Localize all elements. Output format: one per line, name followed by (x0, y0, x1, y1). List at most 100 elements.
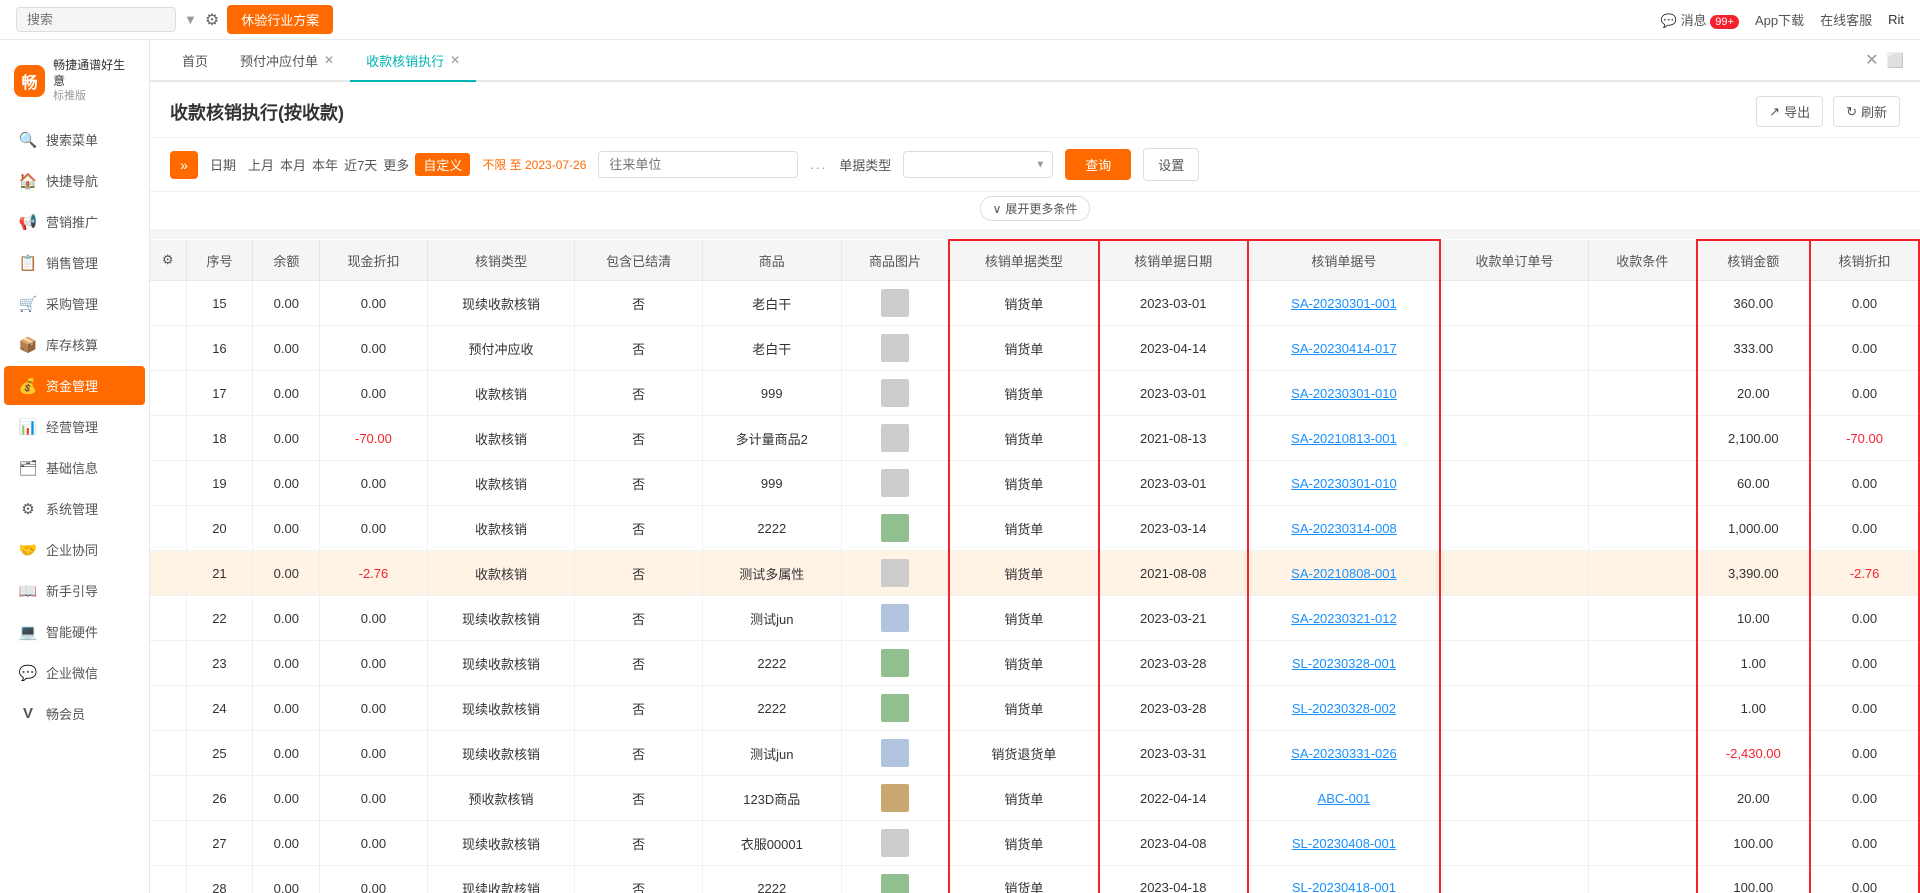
sidebar-item-smart-hw[interactable]: 💻 智能硬件 (4, 612, 145, 651)
cell-verify-discount: 0.00 (1810, 821, 1919, 866)
col-verify-type: 核销类型 (427, 240, 575, 281)
cell-goods: 衣服00001 (702, 821, 841, 866)
sidebar-item-marketing[interactable]: 📢 营销推广 (4, 202, 145, 241)
window-close-icon[interactable]: ✕ (1865, 50, 1878, 70)
cell-verify-amount: 20.00 (1697, 371, 1810, 416)
sidebar-item-guide[interactable]: 📖 新手引导 (4, 571, 145, 610)
gear-icon[interactable]: ⚙ (205, 10, 219, 30)
tab-prepay[interactable]: 预付冲应付单 ✕ (224, 41, 350, 82)
counterpart-input[interactable] (598, 151, 798, 178)
cell-balance: 0.00 (253, 551, 320, 596)
cell-verify-bill-date: 2023-03-21 (1099, 596, 1248, 641)
cell-collect-order-no (1440, 551, 1589, 596)
cell-verify-amount: 60.00 (1697, 461, 1810, 506)
top-bar-right: 💬 消息 99+ App下载 在线客服 Rit (1661, 10, 1904, 29)
filter-date-group: 上月 本月 本年 近7天 更多 自定义 (248, 153, 470, 176)
cell-goods-img (841, 326, 949, 371)
app-download-link[interactable]: App下载 (1755, 10, 1804, 29)
setting-btn[interactable]: 设置 (1143, 148, 1199, 181)
cell-goods: 2222 (702, 686, 841, 731)
cell-cash-discount: 0.00 (320, 281, 427, 326)
cell-settings (150, 686, 186, 731)
cell-verify-bill-no[interactable]: SL-20230328-002 (1248, 686, 1440, 731)
this-month-link[interactable]: 本月 (280, 155, 306, 174)
search-input[interactable] (16, 7, 176, 32)
tab-prepay-close[interactable]: ✕ (324, 53, 334, 67)
sidebar-item-label: 企业微信 (46, 663, 98, 682)
cell-verify-bill-no[interactable]: SA-20230301-001 (1248, 281, 1440, 326)
window-maximize-icon[interactable]: ⬜ (1887, 52, 1904, 69)
sidebar-item-base-info[interactable]: 🗂 基础信息 (4, 448, 145, 487)
cell-verify-bill-no[interactable]: SA-20230301-010 (1248, 461, 1440, 506)
cell-verify-discount: 0.00 (1810, 506, 1919, 551)
last-month-link[interactable]: 上月 (248, 155, 274, 174)
cell-verify-discount: 0.00 (1810, 731, 1919, 776)
cell-verify-type: 现续收款核销 (427, 821, 575, 866)
cell-verify-bill-no[interactable]: SL-20230408-001 (1248, 821, 1440, 866)
filter-toggle-btn[interactable]: » (170, 151, 198, 179)
cell-verify-bill-no[interactable]: SA-20230314-008 (1248, 506, 1440, 551)
cell-verify-bill-no[interactable]: SA-20210813-001 (1248, 416, 1440, 461)
cell-verify-bill-no[interactable]: SA-20230321-012 (1248, 596, 1440, 641)
tab-home[interactable]: 首页 (166, 41, 224, 82)
cell-collect-condition (1589, 461, 1697, 506)
cell-collect-order-no (1440, 686, 1589, 731)
cell-verify-bill-date: 2023-03-01 (1099, 461, 1248, 506)
smart-hw-icon: 💻 (18, 623, 38, 641)
online-service-link[interactable]: 在线客服 (1820, 10, 1872, 29)
cell-verify-bill-no[interactable]: SA-20230331-026 (1248, 731, 1440, 776)
cell-verify-bill-no[interactable]: SL-20230418-001 (1248, 866, 1440, 893)
sidebar-item-wechat[interactable]: 💬 企业微信 (4, 653, 145, 692)
cell-verify-bill-no[interactable]: SA-20210808-001 (1248, 551, 1440, 596)
sidebar-item-operation[interactable]: 📊 经营管理 (4, 407, 145, 446)
cell-verify-bill-no[interactable]: SA-20230301-010 (1248, 371, 1440, 416)
tab-collect-label: 收款核销执行 (366, 51, 444, 70)
sidebar-item-inventory[interactable]: 📦 库存核算 (4, 325, 145, 364)
cell-included: 否 (575, 461, 703, 506)
operation-icon: 📊 (18, 418, 38, 436)
cell-verify-discount: 0.00 (1810, 326, 1919, 371)
cell-verify-bill-no[interactable]: SA-20230414-017 (1248, 326, 1440, 371)
col-settings[interactable]: ⚙ (150, 240, 186, 281)
sidebar-item-search-menu[interactable]: 🔍 搜索菜单 (4, 120, 145, 159)
dropdown-arrow-icon[interactable]: ▼ (184, 12, 197, 27)
sidebar-item-enterprise[interactable]: 🤝 企业协同 (4, 530, 145, 569)
more-link[interactable]: 更多 (383, 155, 409, 174)
cell-verify-discount: 0.00 (1810, 371, 1919, 416)
table-row: 15 0.00 0.00 现续收款核销 否 老白干 销货单 2023-03-01… (150, 281, 1919, 326)
cell-balance: 0.00 (253, 326, 320, 371)
industry-solution-btn[interactable]: 休验行业方案 (227, 5, 333, 34)
table-row: 23 0.00 0.00 现续收款核销 否 2222 销货单 2023-03-2… (150, 641, 1919, 686)
sidebar-item-purchase[interactable]: 🛒 采购管理 (4, 284, 145, 323)
sidebar-item-system[interactable]: ⚙ 系统管理 (4, 489, 145, 528)
custom-link[interactable]: 自定义 (415, 153, 470, 176)
sidebar-item-label: 经营管理 (46, 417, 98, 436)
table-row: 25 0.00 0.00 现续收款核销 否 测试jun 销货退货单 2023-0… (150, 731, 1919, 776)
cell-verify-type: 收款核销 (427, 551, 575, 596)
cell-settings (150, 866, 186, 893)
cell-verify-bill-no[interactable]: SL-20230328-001 (1248, 641, 1440, 686)
cell-verify-bill-date: 2023-03-14 (1099, 506, 1248, 551)
cell-verify-bill-type: 销货单 (949, 416, 1098, 461)
cell-verify-bill-type: 销货单 (949, 776, 1098, 821)
sidebar-item-finance[interactable]: 💰 资金管理 (4, 366, 145, 405)
this-year-link[interactable]: 本年 (312, 155, 338, 174)
cell-collect-order-no (1440, 506, 1589, 551)
sidebar-item-member[interactable]: V 畅会员 (4, 694, 145, 733)
refresh-btn[interactable]: ↻ 刷新 (1833, 96, 1900, 127)
bill-type-select[interactable] (903, 151, 1053, 178)
cell-collect-condition (1589, 596, 1697, 641)
filter-bar: » 日期 上月 本月 本年 近7天 更多 自定义 不限 至 2023-07-26… (150, 137, 1920, 191)
tab-collect[interactable]: 收款核销执行 ✕ (350, 41, 476, 82)
sidebar-item-sales[interactable]: 📋 销售管理 (4, 243, 145, 282)
message-icon[interactable]: 💬 消息 99+ (1661, 10, 1739, 29)
expand-more-btn[interactable]: ∨ 展开更多条件 (980, 196, 1091, 221)
export-btn[interactable]: ↗ 导出 (1756, 96, 1823, 127)
cell-verify-bill-type: 销货单 (949, 641, 1098, 686)
sidebar-item-quick-nav[interactable]: 🏠 快捷导航 (4, 161, 145, 200)
col-verify-bill-type: 核销单据类型 (949, 240, 1098, 281)
last7-link[interactable]: 近7天 (344, 155, 377, 174)
cell-verify-bill-no[interactable]: ABC-001 (1248, 776, 1440, 821)
search-btn[interactable]: 查询 (1065, 149, 1131, 180)
tab-collect-close[interactable]: ✕ (450, 53, 460, 67)
